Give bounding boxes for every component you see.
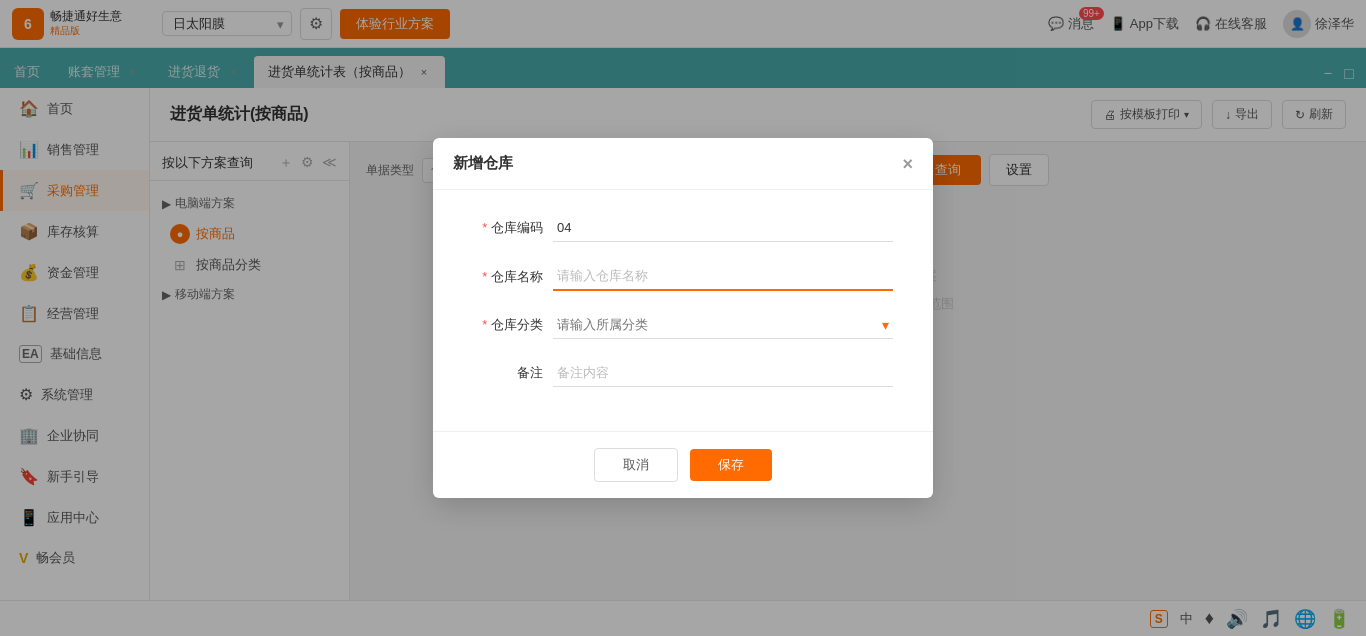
modal-body: * 仓库编码 * 仓库名称 * 仓库分类 ▾ <box>433 190 933 431</box>
warehouse-category-input[interactable] <box>553 311 893 339</box>
modal-header: 新增仓库 × <box>433 138 933 190</box>
warehouse-code-label: * 仓库编码 <box>473 219 553 237</box>
warehouse-category-label: * 仓库分类 <box>473 316 553 334</box>
form-row-name: * 仓库名称 <box>473 262 893 291</box>
form-row-code: * 仓库编码 <box>473 214 893 242</box>
form-row-remark: 备注 <box>473 359 893 387</box>
remark-input[interactable] <box>553 359 893 387</box>
modal-overlay[interactable]: 新增仓库 × * 仓库编码 * 仓库名称 * 仓库分类 <box>0 0 1366 636</box>
warehouse-category-wrap: ▾ <box>553 311 893 339</box>
modal-title: 新增仓库 <box>453 154 513 173</box>
form-row-category: * 仓库分类 ▾ <box>473 311 893 339</box>
modal-close-button[interactable]: × <box>902 155 913 173</box>
modal-new-warehouse: 新增仓库 × * 仓库编码 * 仓库名称 * 仓库分类 <box>433 138 933 498</box>
warehouse-name-label: * 仓库名称 <box>473 268 553 286</box>
warehouse-name-input[interactable] <box>553 262 893 291</box>
modal-footer: 取消 保存 <box>433 431 933 498</box>
remark-label: 备注 <box>473 364 553 382</box>
warehouse-code-input[interactable] <box>553 214 893 242</box>
cancel-button[interactable]: 取消 <box>594 448 678 482</box>
save-button[interactable]: 保存 <box>690 449 772 481</box>
